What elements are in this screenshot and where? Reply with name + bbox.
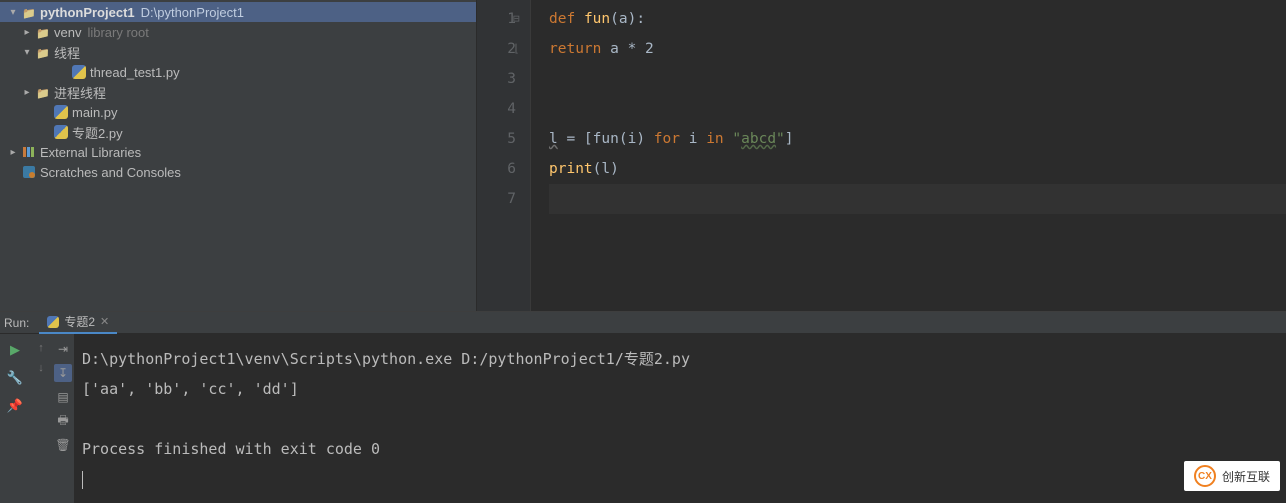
project-root-path: D:\pythonProject1 (135, 5, 244, 20)
pin-icon[interactable]: 📌 (5, 396, 25, 416)
console-caret (82, 471, 83, 489)
chevron-right-icon[interactable]: ▸ (20, 27, 34, 38)
chevron-right-icon[interactable]: ▸ (6, 147, 20, 158)
tree-item-venv[interactable]: ▸ venv library root (0, 22, 476, 42)
python-file-icon (52, 105, 70, 119)
python-file-icon (70, 65, 88, 79)
tree-item-folder[interactable]: ▸ 进程线程 (0, 82, 476, 102)
tree-item-label: 进程线程 (52, 83, 106, 102)
tree-item-label: 线程 (52, 43, 80, 62)
external-libraries-label: External Libraries (38, 145, 141, 160)
tree-item-subtext: library root (81, 25, 148, 40)
down-arrow-icon[interactable]: ↓ (33, 360, 49, 376)
scroll-to-end-icon[interactable]: ↧ (54, 364, 72, 382)
code-area[interactable]: def fun(a): return a * 2 l = [fun(i) for… (531, 0, 1286, 311)
tree-item-label: 专题2.py (70, 123, 123, 142)
python-file-icon (47, 316, 59, 328)
folder-icon (34, 45, 52, 60)
tree-item-label: venv (52, 25, 81, 40)
watermark-logo-icon: CX (1194, 465, 1216, 487)
up-arrow-icon[interactable]: ↑ (33, 340, 49, 356)
tree-item-file[interactable]: thread_test1.py (0, 62, 476, 82)
run-title: Run: (4, 316, 29, 330)
tree-item-folder[interactable]: ▾ 线程 (0, 42, 476, 62)
folder-icon (20, 5, 38, 20)
rerun-button[interactable]: ▶ (5, 340, 25, 360)
run-tab[interactable]: 专题2 ✕ (39, 312, 117, 334)
wrench-icon[interactable]: 🔧 (5, 368, 25, 388)
chevron-down-icon[interactable]: ▾ (6, 7, 20, 18)
run-navigation: ↑ ↓ (30, 334, 52, 503)
chevron-down-icon[interactable]: ▾ (20, 47, 34, 58)
scratches-icon (20, 165, 38, 179)
tree-item-file[interactable]: 专题2.py (0, 122, 476, 142)
print-icon[interactable]: 🖶 (54, 412, 72, 430)
console-output[interactable]: D:\pythonProject1\venv\Scripts\python.ex… (74, 334, 1286, 503)
external-libraries-row[interactable]: ▸ External Libraries (0, 142, 476, 162)
tree-item-label: main.py (70, 105, 118, 120)
folder-icon (34, 25, 52, 40)
run-tab-label: 专题2 (64, 313, 95, 330)
folder-icon (34, 85, 52, 100)
close-icon[interactable]: ✕ (100, 315, 109, 328)
chevron-right-icon[interactable]: ▸ (20, 87, 34, 98)
code-editor[interactable]: 1 2 3 4 5 6 7 ⊟⌊ def fun(a): return a * … (477, 0, 1286, 311)
tree-item-file[interactable]: main.py (0, 102, 476, 122)
trash-icon[interactable]: 🗑 (54, 436, 72, 454)
project-root-name: pythonProject1 (38, 5, 135, 20)
watermark-brand: 创新互联 (1222, 468, 1270, 485)
run-tool-window: Run: 专题2 ✕ ▶ 🔧 📌 ↑ ↓ ⇥ ↧ ▤ 🖶 🗑 (0, 311, 1286, 503)
python-file-icon (52, 125, 70, 139)
run-toolbar-left: ▶ 🔧 📌 (0, 334, 30, 503)
run-toolbar-options: ⇥ ↧ ▤ 🖶 🗑 (52, 334, 74, 503)
scratches-row[interactable]: Scratches and Consoles (0, 162, 476, 182)
scratches-label: Scratches and Consoles (38, 165, 181, 180)
project-tree-panel: ▾ pythonProject1 D:\pythonProject1 ▸ ven… (0, 0, 477, 311)
fold-marks[interactable]: ⊟⌊ (513, 4, 520, 64)
tree-item-label: thread_test1.py (88, 65, 180, 80)
line-number-gutter: 1 2 3 4 5 6 7 ⊟⌊ (477, 0, 531, 311)
libraries-icon (20, 146, 38, 158)
project-root-row[interactable]: ▾ pythonProject1 D:\pythonProject1 (0, 2, 476, 22)
layout-icon[interactable]: ▤ (54, 388, 72, 406)
watermark-badge: CX 创新互联 (1184, 461, 1280, 491)
soft-wrap-icon[interactable]: ⇥ (54, 340, 72, 358)
